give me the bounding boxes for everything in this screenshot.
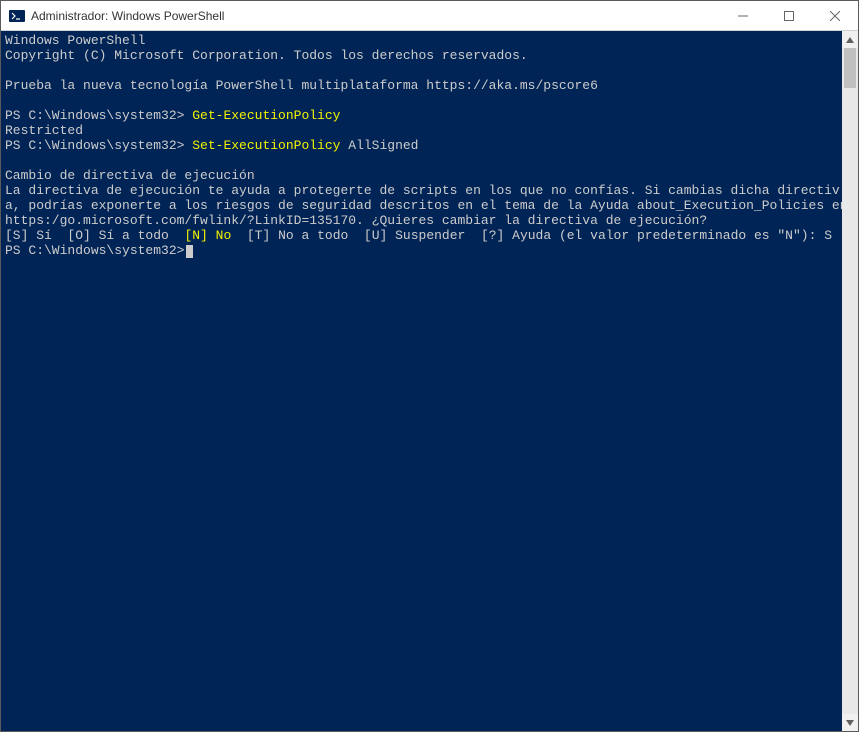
- banner-line: Windows PowerShell: [5, 33, 145, 48]
- prompt-prefix: PS C:\Windows\system32>: [5, 138, 192, 153]
- policy-header: Cambio de directiva de ejecución: [5, 168, 255, 183]
- choice-option: [O] Sí a todo: [67, 228, 184, 243]
- titlebar[interactable]: Administrador: Windows PowerShell: [1, 1, 858, 31]
- maximize-button[interactable]: [766, 1, 812, 30]
- prompt-prefix: PS C:\Windows\system32>: [5, 243, 184, 258]
- choice-option: [?] Ayuda (el valor predeterminado es "N…: [481, 228, 824, 243]
- user-input: S: [824, 228, 832, 243]
- choice-option: [T] No a todo: [247, 228, 364, 243]
- terminal-area[interactable]: Windows PowerShell Copyright (C) Microso…: [1, 31, 858, 731]
- prompt-prefix: PS C:\Windows\system32>: [5, 108, 192, 123]
- powershell-icon: [9, 8, 25, 24]
- scroll-thumb[interactable]: [844, 48, 856, 88]
- policy-body: La directiva de ejecución te ayuda a pro…: [5, 183, 855, 228]
- vertical-scrollbar[interactable]: [842, 31, 858, 731]
- command-text: Get-ExecutionPolicy: [192, 108, 340, 123]
- window-controls: [720, 1, 858, 30]
- banner-line: Prueba la nueva tecnología PowerShell mu…: [5, 78, 598, 93]
- command-arg: AllSigned: [340, 138, 418, 153]
- choice-default: [N] No: [184, 228, 246, 243]
- powershell-window: Administrador: Windows PowerShell Window…: [0, 0, 859, 732]
- scroll-track[interactable]: [842, 48, 858, 714]
- window-title: Administrador: Windows PowerShell: [31, 9, 720, 23]
- scroll-up-arrow-icon[interactable]: [842, 31, 858, 48]
- minimize-button[interactable]: [720, 1, 766, 30]
- command-text: Set-ExecutionPolicy: [192, 138, 340, 153]
- close-button[interactable]: [812, 1, 858, 30]
- scroll-down-arrow-icon[interactable]: [842, 714, 858, 731]
- terminal-output[interactable]: Windows PowerShell Copyright (C) Microso…: [1, 31, 858, 260]
- cursor: [186, 245, 193, 258]
- output-line: Restricted: [5, 123, 83, 138]
- choice-option: [S] Sí: [5, 228, 67, 243]
- choice-option: [U] Suspender: [364, 228, 481, 243]
- banner-line: Copyright (C) Microsoft Corporation. Tod…: [5, 48, 528, 63]
